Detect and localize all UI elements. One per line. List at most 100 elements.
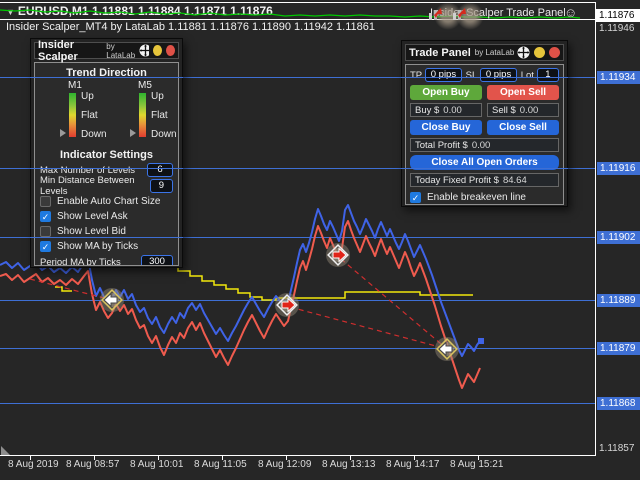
price-level-label: 1.11902	[597, 231, 640, 244]
level-line	[401, 168, 568, 169]
level-line	[30, 77, 183, 78]
time-axis-tick	[478, 456, 479, 460]
price-scale-label: 1.11946	[599, 23, 635, 34]
checkbox-row[interactable]: ✓ Show MA by Ticks	[40, 239, 173, 254]
price-level-label: 1.11879	[597, 342, 640, 355]
trend-level-down: Down	[151, 129, 177, 140]
open-sell-button[interactable]: Open Sell	[487, 85, 559, 100]
level-line	[30, 168, 183, 169]
time-axis-tick	[286, 456, 287, 460]
checkbox-row[interactable]: ✓ Show Level Ask	[40, 209, 173, 224]
trend-pointer-m5	[130, 129, 136, 137]
trade-panel-titlebar[interactable]: Trade Panel by LataLab	[405, 44, 564, 61]
move-icon[interactable]	[517, 46, 530, 59]
period-ma-input[interactable]: 300	[141, 255, 173, 265]
close-icon[interactable]	[166, 45, 175, 56]
max-levels-input[interactable]: 6	[147, 163, 173, 177]
show-level-ask-checkbox[interactable]: ✓	[40, 211, 51, 222]
time-axis-tick	[414, 456, 415, 460]
last-price-dot	[478, 338, 484, 344]
trade-panel: Trade Panel by LataLab TP 0 pips SL 0 pi…	[401, 40, 568, 207]
time-axis-tick	[350, 456, 351, 460]
buy-profit-field: Buy $0.00	[410, 103, 482, 117]
time-axis-label: 8 Aug 08:57	[66, 459, 120, 470]
indicator-settings-heading: Indicator Settings	[60, 149, 153, 161]
breakeven-checkbox[interactable]: ✓	[410, 192, 421, 203]
insider-panel-body: Trend Direction M1 M5 Up Flat Down Up Fl…	[34, 62, 179, 266]
timeframe-label: M5	[138, 80, 152, 91]
trend-level-flat: Flat	[81, 110, 98, 121]
trend-direction-block: M1 M5 Up Flat Down Up Flat Down	[40, 80, 177, 148]
time-axis-label: 8 Aug 13:13	[322, 459, 376, 470]
time-axis-label: 8 Aug 11:05	[194, 459, 247, 470]
checkbox-label: Show Level Ask	[57, 211, 128, 222]
price-level-label: 1.11868	[597, 397, 640, 410]
checkbox-label: Show MA by Ticks	[57, 241, 139, 252]
panel-byline: by LataLab	[474, 48, 515, 57]
entry-signal-marker[interactable]	[326, 243, 350, 267]
checkbox-label: Show Level Bid	[57, 226, 126, 237]
price-level-label: 1.11916	[597, 162, 640, 175]
trend-level-flat: Flat	[151, 110, 168, 121]
price-level-label: 1.11934	[597, 71, 640, 84]
trend-level-up: Up	[81, 91, 94, 102]
show-ma-by-ticks-checkbox[interactable]: ✓	[40, 241, 51, 252]
time-axis-tick	[222, 456, 223, 460]
time-axis-label: 8 Aug 10:01	[130, 459, 184, 470]
close-sell-button[interactable]: Close Sell	[487, 120, 559, 135]
current-price-box: 1.11876	[596, 9, 640, 22]
trend-pointer-m1	[60, 129, 66, 137]
breakeven-row[interactable]: ✓ Enable breakeven line	[410, 190, 559, 204]
exit-signal-marker[interactable]	[435, 337, 459, 361]
panel-title: Insider Scalper	[38, 38, 78, 63]
panel-title: Trade Panel	[409, 46, 471, 59]
level-line	[401, 77, 568, 78]
insider-scalper-panel: Insider Scalper by LataLab Trend Directi…	[30, 38, 183, 268]
show-level-bid-checkbox[interactable]	[40, 226, 51, 237]
collapse-icon[interactable]	[153, 45, 163, 56]
exit-signal-marker[interactable]	[100, 288, 124, 312]
time-axis-tick	[158, 456, 159, 460]
trend-level-down: Down	[81, 129, 107, 140]
trend-level-up: Up	[151, 91, 164, 102]
auto-chart-size-checkbox[interactable]	[40, 196, 51, 207]
trend-gauge-m1	[69, 93, 76, 137]
level-line	[30, 237, 183, 238]
close-buy-button[interactable]: Close Buy	[410, 120, 482, 135]
max-levels-label: Max Number of Levels	[40, 164, 136, 176]
close-icon[interactable]	[549, 47, 560, 58]
insider-panel-titlebar[interactable]: Insider Scalper by LataLab	[34, 39, 179, 63]
chart-corner-grip[interactable]	[1, 446, 10, 455]
time-axis-tick	[30, 456, 31, 460]
entry-signal-marker[interactable]	[275, 293, 299, 317]
tp-input[interactable]: 0 pips	[424, 68, 462, 82]
time-axis-label: 8 Aug 15:21	[450, 459, 504, 470]
price-scale-label: 1.11857	[599, 443, 635, 454]
panel-byline: by LataLab	[106, 41, 136, 60]
trade-panel-body: TP 0 pips SL 0 pips Lot 1 Open Buy Open …	[405, 64, 564, 205]
sl-input[interactable]: 0 pips	[480, 68, 518, 82]
sl-label: SL	[465, 69, 478, 81]
indicator-shortcut-icon[interactable]	[452, 6, 467, 21]
time-axis-tick	[94, 456, 95, 460]
ea-active-smiley-icon[interactable]: ☺	[564, 5, 577, 20]
sell-profit-field: Sell $0.00	[487, 103, 559, 117]
collapse-icon[interactable]	[534, 47, 545, 58]
price-level-label: 1.11889	[597, 294, 640, 307]
checkbox-label: Enable Auto Chart Size	[57, 196, 161, 207]
signal-dashed-line[interactable]	[289, 306, 448, 350]
indicator-shortcut-icon[interactable]	[428, 6, 443, 21]
timeframe-label: M1	[68, 80, 82, 91]
min-distance-label: Min Distance Between Levels	[40, 175, 135, 197]
period-ma-label: Period MA by Ticks	[40, 256, 121, 266]
trend-gauge-m5	[139, 93, 146, 137]
lot-label: Lot	[520, 69, 534, 81]
checkbox-row[interactable]: Enable Auto Chart Size	[40, 194, 173, 209]
lot-input[interactable]: 1	[536, 68, 559, 82]
mt4-chart-window: ▼ EURUSD,M1 1.11881 1.11884 1.11871 1.118…	[0, 0, 640, 480]
total-profit-field: Total Profit $0.00	[410, 138, 559, 152]
time-axis-label: 8 Aug 12:09	[258, 459, 312, 470]
move-icon[interactable]	[139, 44, 150, 57]
min-distance-input[interactable]: 9	[149, 179, 173, 193]
open-buy-button[interactable]: Open Buy	[410, 85, 482, 100]
